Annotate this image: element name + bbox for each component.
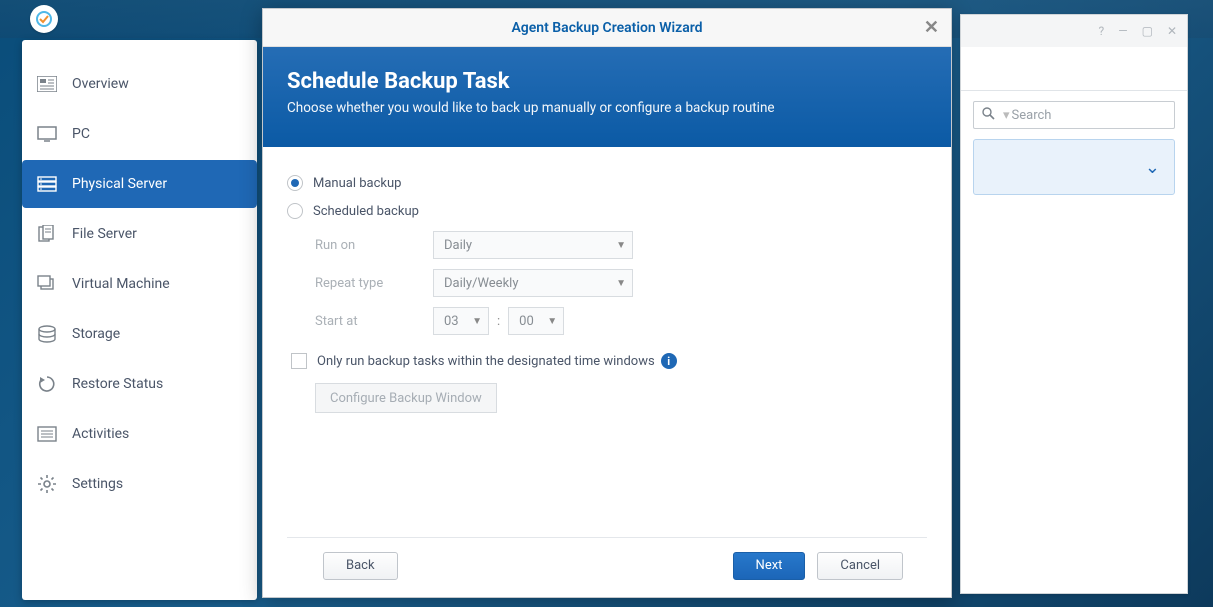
- field-start-at: Start at 03 ▼ : 00 ▼: [315, 307, 927, 335]
- sidebar-item-label: PC: [72, 126, 90, 142]
- sidebar-item-label: Settings: [72, 476, 123, 492]
- pc-icon: [36, 123, 58, 145]
- wizard-window: Agent Backup Creation Wizard ✕ Schedule …: [262, 8, 952, 598]
- sidebar-item-overview[interactable]: Overview: [22, 60, 257, 108]
- wizard-banner: Schedule Backup Task Choose whether you …: [263, 47, 951, 147]
- chevron-down-icon: ▼: [616, 240, 626, 251]
- help-icon[interactable]: ?: [1099, 24, 1105, 38]
- overview-icon: [36, 73, 58, 95]
- info-icon[interactable]: i: [661, 353, 677, 369]
- storage-icon: [36, 323, 58, 345]
- button-label: Configure Backup Window: [330, 391, 482, 406]
- radio-manual-backup[interactable]: Manual backup: [287, 175, 927, 191]
- radio-icon: [287, 175, 303, 191]
- gear-icon: [36, 473, 58, 495]
- restore-icon: [36, 373, 58, 395]
- field-label: Start at: [315, 314, 433, 329]
- back-button[interactable]: Back: [323, 552, 398, 580]
- close-icon[interactable]: ✕: [924, 17, 939, 38]
- sidebar-item-label: Overview: [72, 76, 129, 92]
- time-separator: :: [497, 314, 500, 329]
- sidebar-item-virtual-machine[interactable]: Virtual Machine: [22, 260, 257, 308]
- select-value: 03: [444, 314, 459, 329]
- repeat-type-select[interactable]: Daily/Weekly ▼: [433, 269, 633, 297]
- radio-scheduled-backup[interactable]: Scheduled backup: [287, 203, 927, 219]
- select-value: Daily/Weekly: [444, 276, 518, 291]
- checkbox-label: Only run backup tasks within the designa…: [317, 354, 655, 369]
- select-value: 00: [519, 314, 534, 329]
- search-input[interactable]: ▾ Search: [973, 101, 1175, 129]
- run-on-select[interactable]: Daily ▼: [433, 231, 633, 259]
- vm-icon: [36, 273, 58, 295]
- checkbox-backup-window[interactable]: Only run backup tasks within the designa…: [291, 353, 927, 369]
- window-controls: ? — ▢ ✕: [961, 15, 1187, 47]
- wizard-title: Agent Backup Creation Wizard: [511, 20, 702, 36]
- sidebar-item-settings[interactable]: Settings: [22, 460, 257, 508]
- wizard-titlebar: Agent Backup Creation Wizard ✕: [263, 9, 951, 47]
- background-toolbar: [961, 47, 1187, 91]
- sidebar: Overview PC Physical Server File Server …: [22, 40, 257, 600]
- configure-backup-window-button: Configure Backup Window: [315, 383, 497, 413]
- sidebar-item-label: File Server: [72, 226, 137, 242]
- search-placeholder: Search: [1012, 108, 1052, 123]
- start-hour-select[interactable]: 03 ▼: [433, 307, 489, 335]
- wizard-footer: Back Next Cancel: [287, 537, 927, 593]
- sidebar-item-pc[interactable]: PC: [22, 110, 257, 158]
- wizard-body: Manual backup Scheduled backup Run on Da…: [263, 147, 951, 537]
- expandable-panel[interactable]: ⌄: [973, 139, 1175, 195]
- banner-title: Schedule Backup Task: [287, 69, 927, 94]
- select-value: Daily: [444, 238, 472, 253]
- sidebar-item-storage[interactable]: Storage: [22, 310, 257, 358]
- server-icon: [36, 173, 58, 195]
- cancel-button[interactable]: Cancel: [817, 552, 903, 580]
- checkbox-icon: [291, 353, 307, 369]
- field-repeat-type: Repeat type Daily/Weekly ▼: [315, 269, 927, 297]
- radio-label: Scheduled backup: [313, 204, 419, 219]
- sidebar-item-label: Virtual Machine: [72, 276, 170, 292]
- minimize-icon[interactable]: —: [1118, 24, 1127, 38]
- app-launcher-icon[interactable]: [30, 5, 58, 33]
- sidebar-item-label: Restore Status: [72, 376, 163, 392]
- search-icon: [982, 107, 995, 124]
- field-label: Run on: [315, 238, 433, 253]
- chevron-down-icon: ▼: [616, 278, 626, 289]
- sidebar-item-physical-server[interactable]: Physical Server: [22, 160, 257, 208]
- banner-subtitle: Choose whether you would like to back up…: [287, 100, 927, 116]
- sidebar-item-activities[interactable]: Activities: [22, 410, 257, 458]
- sidebar-item-restore-status[interactable]: Restore Status: [22, 360, 257, 408]
- background-app-window: ? — ▢ ✕ ▾ Search ⌄: [960, 14, 1188, 594]
- field-label: Repeat type: [315, 276, 433, 291]
- chevron-down-icon: ▼: [547, 316, 557, 327]
- sidebar-item-file-server[interactable]: File Server: [22, 210, 257, 258]
- close-icon[interactable]: ✕: [1167, 24, 1177, 38]
- radio-label: Manual backup: [313, 176, 401, 191]
- next-button[interactable]: Next: [733, 552, 806, 580]
- file-server-icon: [36, 223, 58, 245]
- start-minute-select[interactable]: 00 ▼: [508, 307, 564, 335]
- maximize-icon[interactable]: ▢: [1142, 24, 1153, 38]
- sidebar-item-label: Storage: [72, 326, 120, 342]
- sidebar-item-label: Activities: [72, 426, 129, 442]
- radio-icon: [287, 203, 303, 219]
- chevron-down-icon: ▼: [472, 316, 482, 327]
- field-run-on: Run on Daily ▼: [315, 231, 927, 259]
- chevron-down-icon: ⌄: [1145, 157, 1160, 178]
- activities-icon: [36, 423, 58, 445]
- sidebar-item-label: Physical Server: [72, 176, 167, 192]
